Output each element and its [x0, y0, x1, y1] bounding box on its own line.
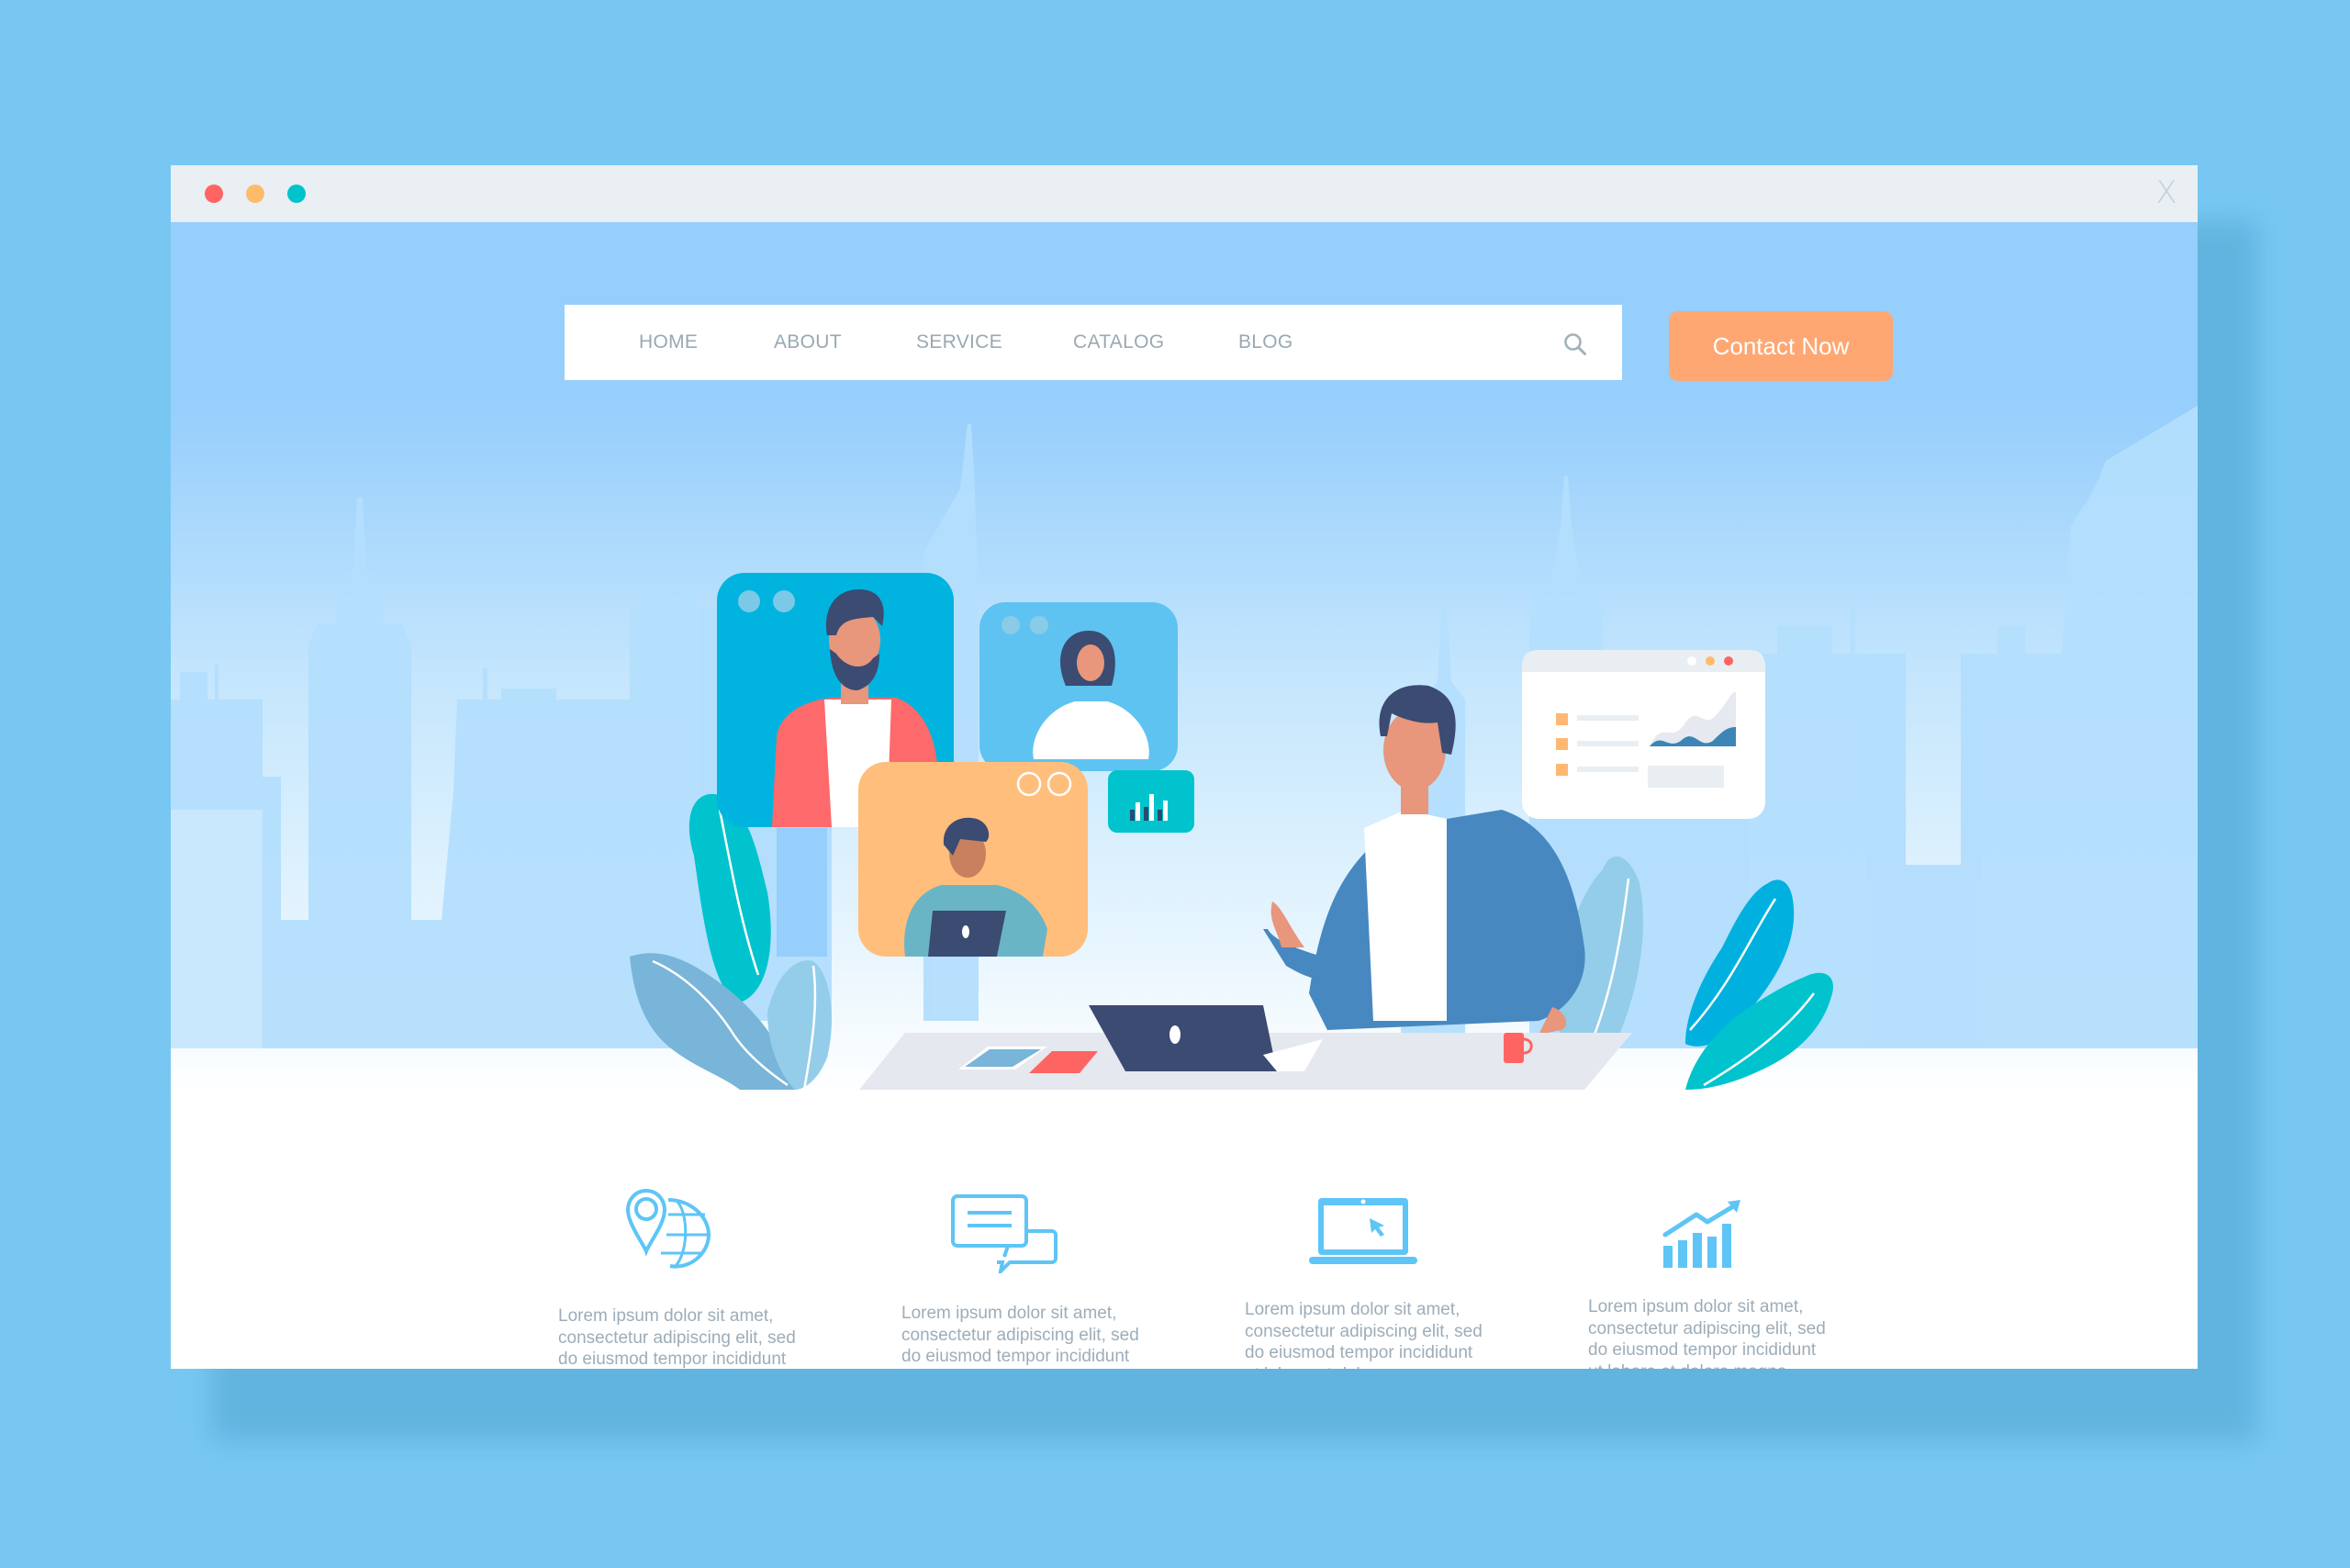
- feature-description: Lorem ipsum dolor sit amet, consectetur …: [1588, 1297, 1826, 1369]
- laptop-cursor-icon: [1309, 1198, 1417, 1264]
- dashboard-card: [1522, 650, 1765, 819]
- feature-description: Lorem ipsum dolor sit amet, consectetur …: [558, 1306, 796, 1369]
- coffee-mug: [1504, 1033, 1524, 1063]
- title-bar: X: [171, 165, 2198, 222]
- hero-section: HOME ABOUT SERVICE CATALOG BLOG Contact …: [171, 222, 2198, 1369]
- close-icon[interactable]: X: [2152, 177, 2181, 208]
- video-camera-icon: [773, 590, 795, 612]
- hero-illustration: [630, 573, 1833, 1091]
- video-camera-icon: [1030, 616, 1048, 634]
- feature-description: Lorem ipsum dolor sit amet, consectetur …: [1245, 1300, 1483, 1369]
- growth-chart-icon: [1662, 1200, 1740, 1268]
- chat-bubbles-icon: [951, 1194, 1058, 1273]
- location-globe-icon: [625, 1188, 711, 1269]
- feature-description: Lorem ipsum dolor sit amet, consectetur …: [901, 1304, 1139, 1369]
- maximize-window-dot[interactable]: [287, 185, 306, 203]
- video-tile-man-laptop: [858, 762, 1088, 957]
- minimize-window-dot[interactable]: [246, 185, 264, 203]
- phone-icon: [1002, 616, 1020, 634]
- browser-window: X HOME ABOUT SERVICE CATALOG BLOG Contac…: [171, 165, 2198, 1369]
- close-window-dot[interactable]: [205, 185, 223, 203]
- phone-icon: [738, 590, 760, 612]
- bar-chart-badge: [1108, 770, 1194, 833]
- tile-pole: [777, 828, 827, 957]
- video-tile-woman: [979, 602, 1178, 771]
